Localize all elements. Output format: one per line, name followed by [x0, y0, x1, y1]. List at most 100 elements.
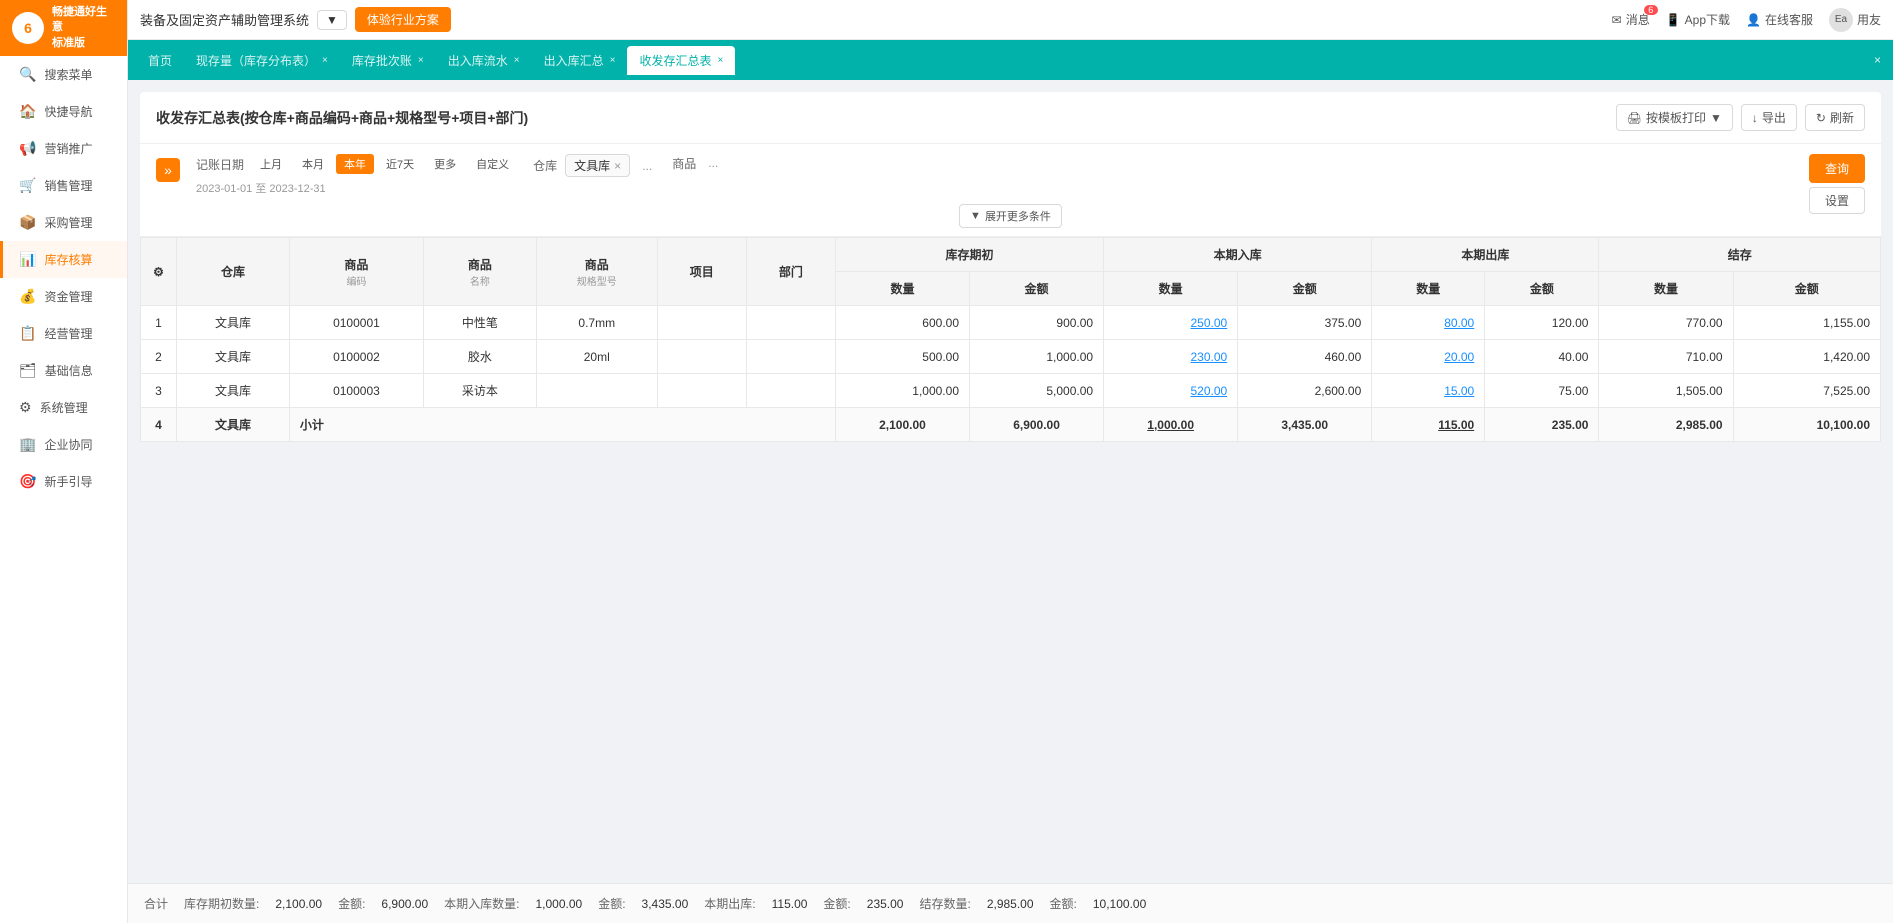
nav-icon-system: ⚙	[19, 399, 32, 416]
col-opening-qty: 数量	[835, 272, 969, 306]
print-button[interactable]: 🖨 按模板打印 ▼	[1616, 104, 1733, 131]
tab-label-in_out_flow: 出入库流水	[448, 52, 508, 69]
sidebar-item-enterprise[interactable]: 🏢 企业协同	[0, 426, 127, 463]
sidebar-item-inventory[interactable]: 📊 库存核算	[0, 241, 127, 278]
subtotal-row: 4 文具库 小计 2,100.00 6,900.00 1,000.00 3,43…	[141, 408, 1881, 442]
tab-close-recv_send_summary[interactable]: ×	[717, 55, 723, 66]
refresh-button[interactable]: ↻ 刷新	[1805, 104, 1865, 131]
nav-label-sales: 销售管理	[44, 177, 92, 194]
export-icon: ↓	[1752, 111, 1758, 125]
tab-close-batch_ledger[interactable]: ×	[418, 55, 424, 66]
tab-label-home: 首页	[148, 52, 172, 69]
messages-btn[interactable]: ✉ 消息 6	[1612, 11, 1650, 28]
goods-label: 商品	[672, 155, 696, 172]
col-balance-amt: 金额	[1733, 272, 1880, 306]
logo-text: 畅捷通好生意 标准版	[52, 5, 115, 51]
tab-bar: 首页现存量（库存分布表）×库存批次账× 出入库流水 × 出入库汇总 × 收发存汇总表 × ×	[128, 40, 1893, 80]
col-in-qty: 数量	[1104, 272, 1238, 306]
in-qty-link: 520.00	[1190, 384, 1227, 398]
tab-batch_ledger[interactable]: 库存批次账×	[340, 46, 436, 75]
sidebar-item-quick_nav[interactable]: 🏠 快捷导航	[0, 93, 127, 130]
nav-icon-quick_nav: 🏠	[19, 103, 36, 120]
print-icon: 🖨	[1627, 111, 1642, 125]
col-opening-group: 库存期初	[835, 238, 1103, 272]
nav-label-basic_info: 基础信息	[45, 362, 93, 379]
warehouse-label: 仓库	[533, 157, 557, 174]
sidebar-item-search[interactable]: 🔍 搜索菜单	[0, 56, 127, 93]
total-label: 合计	[144, 895, 168, 912]
sidebar-item-finance[interactable]: 💰 资金管理	[0, 278, 127, 315]
tab-close-in_out_summary[interactable]: ×	[610, 55, 616, 66]
footer-out-amt: 235.00	[867, 897, 904, 911]
nav-icon-purchase: 📦	[19, 214, 36, 231]
col-warehouse: 仓库	[177, 238, 290, 306]
sidebar-item-operations[interactable]: 📋 经营管理	[0, 315, 127, 352]
page-container: 收发存汇总表(按仓库+商品编码+商品+规格型号+项目+部门) 🖨 按模板打印 ▼…	[140, 92, 1881, 442]
date-shortcut-本月[interactable]: 本月	[294, 154, 332, 174]
sidebar-item-sales[interactable]: 🛒 销售管理	[0, 167, 127, 204]
tab-inventory_dist[interactable]: 现存量（库存分布表）×	[184, 46, 340, 75]
nav-label-marketing: 营销推广	[44, 140, 92, 157]
col-out-amt: 金额	[1485, 272, 1599, 306]
sidebar-item-purchase[interactable]: 📦 采购管理	[0, 204, 127, 241]
warehouse-tag-close[interactable]: ×	[614, 159, 621, 173]
nav-icon-enterprise: 🏢	[19, 436, 36, 453]
phone-icon: 📱	[1666, 13, 1681, 27]
tab-in_out_flow[interactable]: 出入库流水 ×	[436, 46, 532, 75]
expand-conditions-button[interactable]: ▼ 展开更多条件	[959, 204, 1062, 228]
nav-label-purchase: 采购管理	[44, 214, 92, 231]
query-button[interactable]: 查询	[1809, 154, 1865, 183]
nav-label-inventory: 库存核算	[44, 251, 92, 268]
col-project: 项目	[657, 238, 746, 306]
nav-icon-basic_info: 🗂	[19, 362, 37, 379]
tab-recv_send_summary[interactable]: 收发存汇总表 ×	[627, 46, 735, 75]
table-row: 3 文具库 0100003 采访本 1,000.00 5,000.00 520.…	[141, 374, 1881, 408]
top-header: 装备及固定资产辅助管理系统 ▼ 体验行业方案 ✉ 消息 6 📱 App下载 👤 …	[128, 0, 1893, 40]
warehouse-ellipsis[interactable]: ...	[638, 157, 656, 175]
filter-toggle-button[interactable]: »	[156, 158, 180, 182]
tab-in_out_summary[interactable]: 出入库汇总 ×	[532, 46, 628, 75]
date-shortcut-自定义[interactable]: 自定义	[468, 154, 517, 174]
export-button[interactable]: ↓ 导出	[1741, 104, 1797, 131]
user-menu[interactable]: Ea 用友	[1829, 8, 1881, 32]
experience-button[interactable]: 体验行业方案	[355, 7, 451, 32]
date-shortcut-上月[interactable]: 上月	[252, 154, 290, 174]
header-left: 装备及固定资产辅助管理系统 ▼ 体验行业方案	[140, 7, 451, 32]
sidebar-item-basic_info[interactable]: 🗂 基础信息	[0, 352, 127, 389]
logo-icon: 6	[12, 12, 44, 44]
col-out-qty: 数量	[1372, 272, 1485, 306]
page-title: 收发存汇总表(按仓库+商品编码+商品+规格型号+项目+部门)	[156, 108, 528, 128]
message-icon: ✉	[1612, 13, 1622, 27]
nav-label-operations: 经营管理	[44, 325, 92, 342]
nav-icon-sales: 🛒	[19, 177, 36, 194]
date-shortcut-更多[interactable]: 更多	[426, 154, 464, 174]
col-opening-amt: 金额	[970, 272, 1104, 306]
tab-close-in_out_flow[interactable]: ×	[514, 55, 520, 66]
footer-balance-qty: 2,985.00	[987, 897, 1034, 911]
nav-label-finance: 资金管理	[44, 288, 92, 305]
date-shortcut-近7天[interactable]: 近7天	[378, 154, 422, 174]
sidebar: 6 畅捷通好生意 标准版 🔍 搜索菜单 🏠 快捷导航 📢 营销推广 🛒 销售管理…	[0, 0, 128, 923]
system-dropdown[interactable]: ▼	[317, 10, 347, 30]
online-service-btn[interactable]: 👤 在线客服	[1746, 11, 1813, 28]
service-icon: 👤	[1746, 13, 1761, 27]
goods-ellipsis[interactable]: ...	[704, 154, 722, 172]
date-shortcuts: 上月本月本年近7天更多自定义	[252, 154, 517, 174]
in-qty-link: 230.00	[1190, 350, 1227, 364]
tab-home[interactable]: 首页	[136, 46, 184, 75]
footer-opening-qty: 2,100.00	[275, 897, 322, 911]
tab-label-in_out_summary: 出入库汇总	[544, 52, 604, 69]
tab-close-inventory_dist[interactable]: ×	[322, 55, 328, 66]
nav-label-quick_nav: 快捷导航	[44, 103, 92, 120]
settings-filter-button[interactable]: 设置	[1809, 187, 1865, 214]
date-shortcut-本年[interactable]: 本年	[336, 154, 374, 174]
tab-bar-close[interactable]: ×	[1870, 49, 1885, 71]
sidebar-item-guide[interactable]: 🎯 新手引导	[0, 463, 127, 500]
sidebar-item-system[interactable]: ⚙ 系统管理	[0, 389, 127, 426]
col-out-group: 本期出库	[1372, 238, 1599, 272]
warehouse-tag[interactable]: 文具库 ×	[565, 154, 630, 177]
sidebar-item-marketing[interactable]: 📢 营销推广	[0, 130, 127, 167]
col-balance-group: 结存	[1599, 238, 1881, 272]
app-download-btn[interactable]: 📱 App下载	[1666, 11, 1730, 28]
tab-label-recv_send_summary: 收发存汇总表	[639, 52, 711, 69]
